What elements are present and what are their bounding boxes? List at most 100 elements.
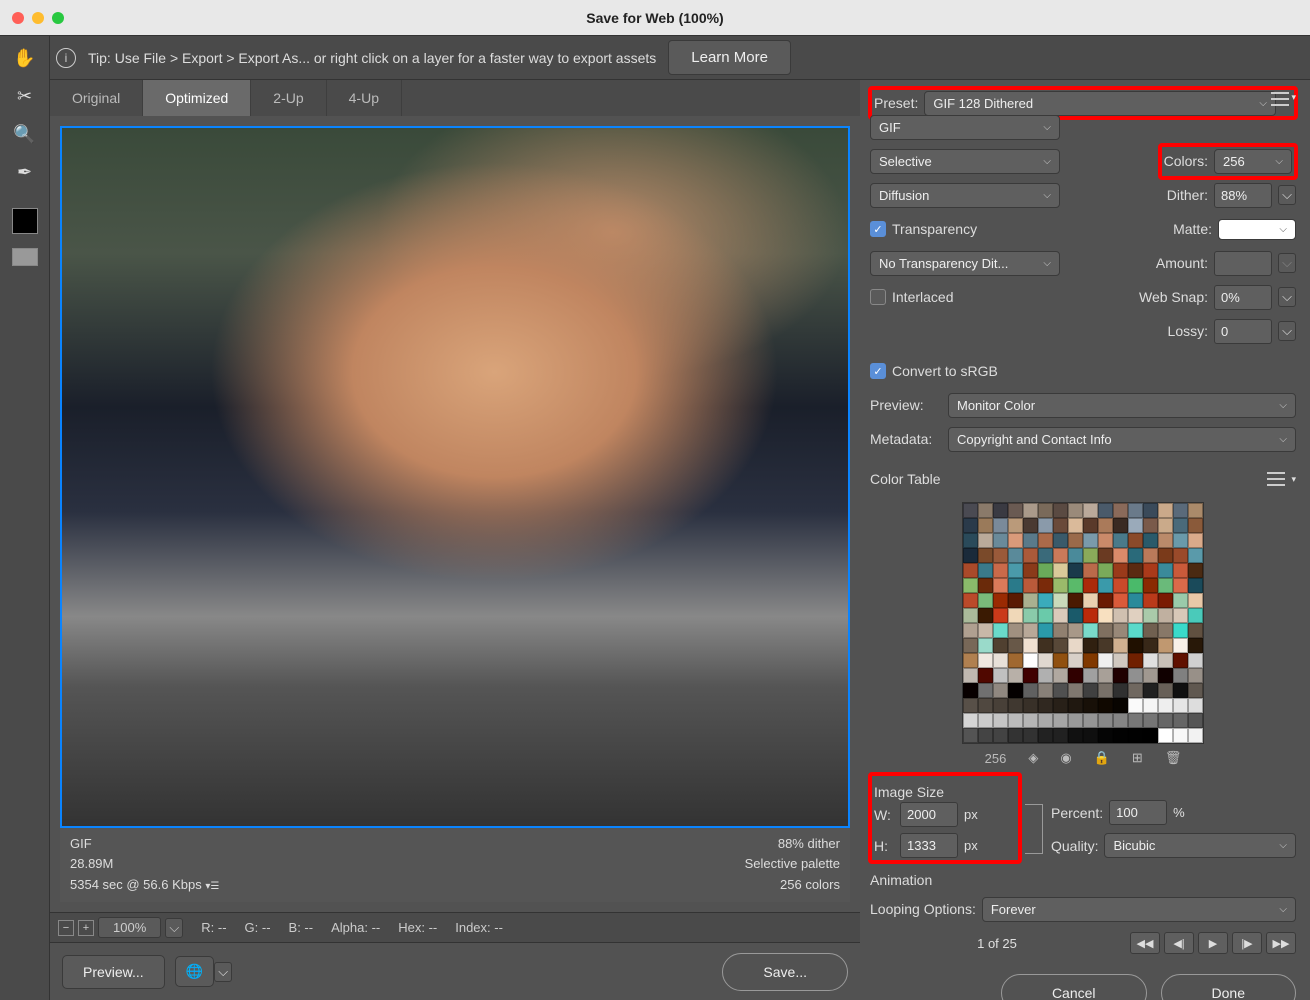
color-swatch[interactable] [1098, 728, 1113, 743]
color-swatch[interactable] [1053, 608, 1068, 623]
color-swatch[interactable] [1023, 563, 1038, 578]
color-swatch[interactable] [1083, 578, 1098, 593]
color-swatch[interactable] [1023, 638, 1038, 653]
color-swatch[interactable] [1038, 518, 1053, 533]
toggle-slices-icon[interactable] [12, 248, 38, 266]
color-swatch[interactable] [1143, 683, 1158, 698]
first-frame-icon[interactable]: ◀◀ [1130, 932, 1160, 954]
color-swatch[interactable] [1083, 623, 1098, 638]
color-swatch[interactable] [1128, 533, 1143, 548]
color-swatch[interactable] [1023, 713, 1038, 728]
color-swatch[interactable] [1038, 533, 1053, 548]
color-swatch[interactable] [1083, 593, 1098, 608]
color-swatch[interactable] [1113, 623, 1128, 638]
ct-trash-icon[interactable]: 🗑 [1165, 750, 1182, 766]
color-swatch[interactable] [1098, 713, 1113, 728]
color-swatch[interactable] [1128, 518, 1143, 533]
color-swatch[interactable] [1158, 503, 1173, 518]
color-swatch[interactable] [1053, 638, 1068, 653]
color-swatch[interactable] [1053, 593, 1068, 608]
prev-frame-icon[interactable]: ◀| [1164, 932, 1194, 954]
color-swatch[interactable] [1113, 683, 1128, 698]
zoom-tool-icon[interactable]: 🔍 [11, 122, 39, 146]
color-swatch[interactable] [1173, 698, 1188, 713]
color-swatch[interactable] [1068, 503, 1083, 518]
color-swatch[interactable] [1143, 713, 1158, 728]
color-swatch[interactable] [1038, 593, 1053, 608]
color-swatch[interactable] [1083, 728, 1098, 743]
play-icon[interactable]: ▶ [1198, 932, 1228, 954]
color-swatch[interactable] [1023, 533, 1038, 548]
color-swatch[interactable] [1008, 608, 1023, 623]
color-swatch[interactable] [1083, 518, 1098, 533]
transparency-dither-dropdown[interactable]: No Transparency Dit...⌵ [870, 251, 1060, 276]
color-swatch[interactable] [1173, 623, 1188, 638]
color-swatch[interactable] [1128, 593, 1143, 608]
color-swatch[interactable] [1068, 668, 1083, 683]
color-swatch[interactable] [1113, 518, 1128, 533]
color-swatch[interactable] [1173, 608, 1188, 623]
color-swatch[interactable] [1068, 563, 1083, 578]
tab-4up[interactable]: 4-Up [327, 80, 402, 116]
color-swatch[interactable] [1188, 728, 1203, 743]
color-swatch[interactable] [978, 518, 993, 533]
height-input[interactable] [900, 833, 958, 858]
color-swatch[interactable] [1188, 533, 1203, 548]
color-swatch[interactable] [1158, 518, 1173, 533]
color-swatch[interactable] [1128, 698, 1143, 713]
color-swatch[interactable] [1128, 668, 1143, 683]
color-swatch[interactable] [963, 683, 978, 698]
color-swatch[interactable] [1143, 638, 1158, 653]
color-swatch[interactable] [993, 653, 1008, 668]
color-swatch[interactable] [1113, 563, 1128, 578]
color-swatch[interactable] [1008, 623, 1023, 638]
color-swatch[interactable] [1023, 503, 1038, 518]
color-swatch[interactable] [1038, 683, 1053, 698]
color-swatch[interactable] [1023, 668, 1038, 683]
dither-stepper-icon[interactable]: ⌵ [1278, 185, 1296, 205]
color-swatch[interactable] [1188, 503, 1203, 518]
preview-dropdown[interactable]: Monitor Color⌵ [948, 393, 1296, 418]
preview-canvas[interactable] [60, 126, 850, 828]
percent-input[interactable] [1109, 800, 1167, 825]
color-swatch[interactable] [1023, 608, 1038, 623]
color-swatch[interactable] [978, 683, 993, 698]
color-swatch[interactable] [1143, 533, 1158, 548]
color-swatch[interactable] [1173, 728, 1188, 743]
color-swatch[interactable] [1053, 533, 1068, 548]
color-swatch[interactable] [1188, 668, 1203, 683]
color-swatch[interactable] [993, 728, 1008, 743]
color-swatch[interactable] [1188, 518, 1203, 533]
color-swatch[interactable] [993, 503, 1008, 518]
interlaced-checkbox[interactable] [870, 289, 886, 305]
color-swatch[interactable] [993, 593, 1008, 608]
save-button[interactable]: Save... [722, 953, 848, 991]
color-swatch[interactable] [1188, 683, 1203, 698]
color-swatch[interactable] [978, 728, 993, 743]
color-swatch[interactable] [963, 533, 978, 548]
color-swatch[interactable] [1038, 638, 1053, 653]
color-swatch[interactable] [1173, 713, 1188, 728]
color-swatch[interactable] [1008, 653, 1023, 668]
color-swatch[interactable] [1173, 683, 1188, 698]
color-swatch[interactable] [1143, 608, 1158, 623]
color-swatch[interactable] [993, 563, 1008, 578]
color-swatch[interactable] [1143, 503, 1158, 518]
color-swatch[interactable] [1038, 623, 1053, 638]
color-swatch[interactable] [1038, 548, 1053, 563]
color-swatch[interactable] [1023, 728, 1038, 743]
color-swatch[interactable] [963, 728, 978, 743]
color-swatch[interactable] [1053, 653, 1068, 668]
color-swatch[interactable] [1023, 548, 1038, 563]
color-swatch[interactable] [963, 623, 978, 638]
color-swatch[interactable] [963, 653, 978, 668]
color-swatch[interactable] [1098, 563, 1113, 578]
color-swatch[interactable] [1053, 683, 1068, 698]
color-swatch[interactable] [978, 653, 993, 668]
color-swatch[interactable] [1128, 638, 1143, 653]
color-swatch[interactable] [993, 578, 1008, 593]
color-swatch[interactable] [1083, 608, 1098, 623]
color-swatch[interactable] [1008, 683, 1023, 698]
color-swatch[interactable] [1158, 683, 1173, 698]
eyedropper-tool-icon[interactable]: ✒ [11, 160, 39, 184]
